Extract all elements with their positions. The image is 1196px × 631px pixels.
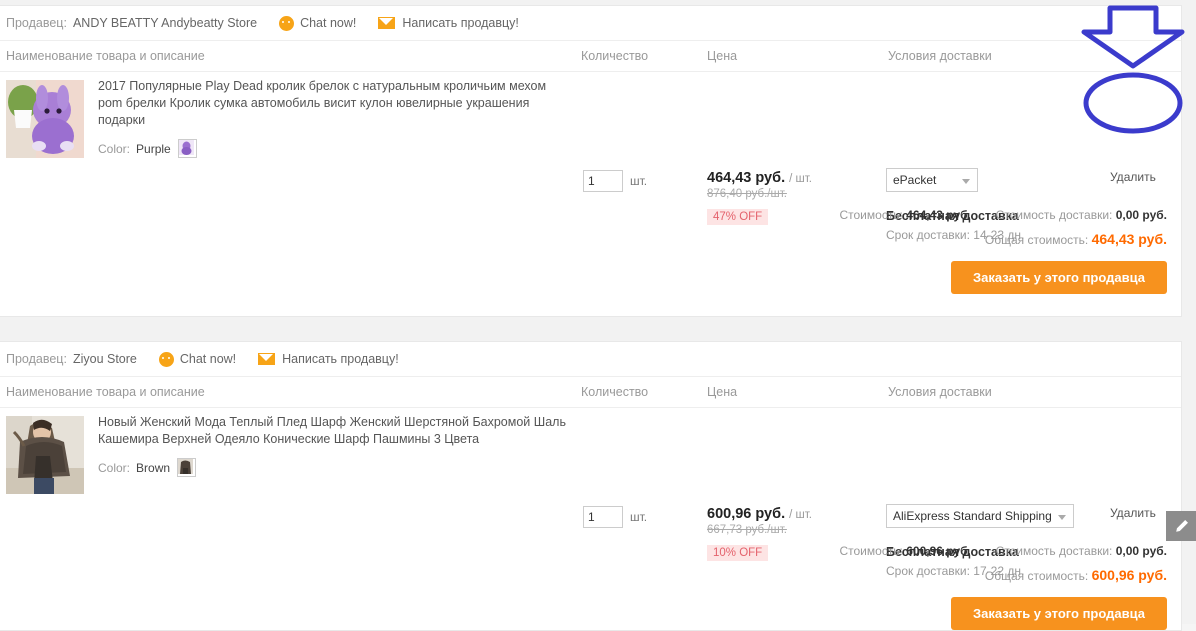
color-value: Brown — [136, 460, 171, 475]
chat-now-label: Chat now! — [300, 16, 357, 30]
current-price-value: 464,43 руб. — [707, 170, 786, 186]
product-attributes: Color: Purple — [98, 139, 568, 158]
shipping-cost-label: Стоимость доставки: — [995, 544, 1113, 558]
color-value: Purple — [136, 141, 171, 156]
summary-costs-line: Стоимость: 464,43 руб. Стоимость доставк… — [839, 208, 1167, 222]
color-label: Color: — [98, 141, 131, 156]
pencil-icon — [1175, 519, 1188, 532]
summary-costs-line: Стоимость: 600,96 руб. Стоимость доставк… — [839, 544, 1167, 558]
message-seller-link[interactable]: Написать продавцу! — [378, 16, 519, 30]
seller-prefix-label: Продавец: — [6, 352, 67, 366]
chat-now-label: Chat now! — [179, 352, 237, 366]
column-header-qty: Количество — [581, 49, 649, 63]
product-title[interactable]: 2017 Популярные Play Dead кролик брелок … — [98, 78, 568, 129]
order-from-seller-button[interactable]: Заказать у этого продавца — [951, 597, 1167, 630]
chevron-down-icon — [1058, 515, 1066, 520]
quantity-input[interactable] — [583, 506, 623, 528]
quantity-cell: шт. — [583, 170, 647, 192]
shipping-cost-value: 0,00 руб. — [1115, 544, 1167, 558]
chat-icon — [279, 15, 295, 31]
order-summary: Стоимость: 600,96 руб. Стоимость доставк… — [839, 544, 1167, 630]
summary-total-line: Общая стоимость: 464,43 руб. — [839, 231, 1167, 247]
column-header-qty: Количество — [581, 385, 649, 399]
price-per-unit-label: / шт. — [789, 173, 812, 185]
color-swatch-icon[interactable] — [177, 458, 197, 477]
column-headers: Наименование товара и описание Количеств… — [0, 376, 1181, 408]
product-attributes: Color: Brown — [98, 458, 568, 477]
product-row: Новый Женский Мода Теплый Плед Шарф Женс… — [0, 408, 1181, 578]
cart-page: Продавец: ANDY BEATTY Andybeatty Store C… — [0, 0, 1196, 631]
product-row: 2017 Популярные Play Dead кролик брелок … — [0, 72, 1181, 242]
message-seller-link[interactable]: Написать продавцу! — [258, 352, 399, 366]
cost-label: Стоимость: — [839, 208, 903, 222]
price-per-unit-label: / шт. — [789, 509, 812, 521]
column-headers: Наименование товара и описание Количеств… — [0, 40, 1181, 72]
order-summary: Стоимость: 464,43 руб. Стоимость доставк… — [839, 208, 1167, 294]
original-price: 667,73 руб./шт. — [707, 524, 787, 536]
chat-now-link[interactable]: Chat now! — [158, 351, 237, 367]
color-swatch-icon[interactable] — [177, 139, 197, 158]
cost-value: 464,43 руб. — [906, 208, 971, 222]
quantity-unit-label: шт. — [630, 510, 648, 524]
discount-badge: 10% OFF — [707, 545, 769, 561]
summary-total-line: Общая стоимость: 600,96 руб. — [839, 567, 1167, 583]
quantity-cell: шт. — [583, 506, 647, 528]
edit-fab-button[interactable] — [1166, 511, 1196, 541]
quantity-unit-label: шт. — [630, 174, 648, 188]
product-thumbnail[interactable] — [6, 416, 84, 494]
delete-item-link[interactable]: Удалить — [1110, 170, 1156, 184]
product-title[interactable]: Новый Женский Мода Теплый Плед Шарф Женс… — [98, 414, 568, 448]
current-price-value: 600,96 руб. — [707, 506, 786, 522]
total-value: 600,96 руб. — [1091, 567, 1167, 583]
seller-section-1: Продавец: ANDY BEATTY Andybeatty Store C… — [0, 5, 1182, 317]
envelope-icon — [258, 353, 276, 365]
seller-name[interactable]: Ziyou Store — [73, 352, 137, 366]
envelope-icon — [378, 17, 396, 29]
shipping-cost-label: Стоимость доставки: — [995, 208, 1113, 222]
seller-prefix-label: Продавец: — [6, 16, 67, 30]
product-thumbnail[interactable] — [6, 80, 84, 158]
column-header-shipping: Условия доставки — [888, 385, 992, 399]
column-header-price: Цена — [707, 49, 738, 63]
order-from-seller-button[interactable]: Заказать у этого продавца — [951, 261, 1167, 294]
shipping-method-select[interactable]: ePacket — [886, 168, 978, 192]
cost-value: 600,96 руб. — [906, 544, 971, 558]
chat-now-link[interactable]: Chat now! — [279, 15, 357, 31]
column-header-name: Наименование товара и описание — [6, 49, 205, 63]
product-info: Новый Женский Мода Теплый Плед Шарф Женс… — [98, 414, 568, 477]
column-header-name: Наименование товара и описание — [6, 385, 205, 399]
current-price: 600,96 руб. / шт. — [707, 506, 877, 522]
cost-label: Стоимость: — [839, 544, 903, 558]
chevron-down-icon — [962, 179, 970, 184]
shipping-cost-value: 0,00 руб. — [1115, 208, 1167, 222]
total-label: Общая стоимость: — [984, 233, 1089, 247]
color-label: Color: — [98, 460, 131, 475]
message-seller-label: Написать продавцу! — [402, 16, 519, 30]
total-label: Общая стоимость: — [984, 569, 1089, 583]
discount-badge: 47% OFF — [707, 209, 769, 225]
original-price: 876,40 руб./шт. — [707, 188, 787, 200]
seller-header: Продавец: Ziyou Store Chat now! Написать… — [0, 342, 1181, 376]
column-header-shipping: Условия доставки — [888, 49, 992, 63]
seller-header: Продавец: ANDY BEATTY Andybeatty Store C… — [0, 6, 1181, 40]
column-header-price: Цена — [707, 385, 738, 399]
product-info: 2017 Популярные Play Dead кролик брелок … — [98, 78, 568, 158]
shipping-method-value: ePacket — [893, 173, 937, 187]
chat-icon — [158, 351, 174, 367]
quantity-input[interactable] — [583, 170, 623, 192]
seller-name[interactable]: ANDY BEATTY Andybeatty Store — [73, 16, 257, 30]
shipping-method-select[interactable]: AliExpress Standard Shipping — [886, 504, 1074, 528]
current-price: 464,43 руб. / шт. — [707, 170, 877, 186]
seller-section-2: Продавец: Ziyou Store Chat now! Написать… — [0, 341, 1182, 631]
delete-item-link[interactable]: Удалить — [1110, 506, 1156, 520]
shipping-method-value: AliExpress Standard Shipping — [893, 509, 1052, 523]
message-seller-label: Написать продавцу! — [282, 352, 399, 366]
total-value: 464,43 руб. — [1091, 231, 1167, 247]
